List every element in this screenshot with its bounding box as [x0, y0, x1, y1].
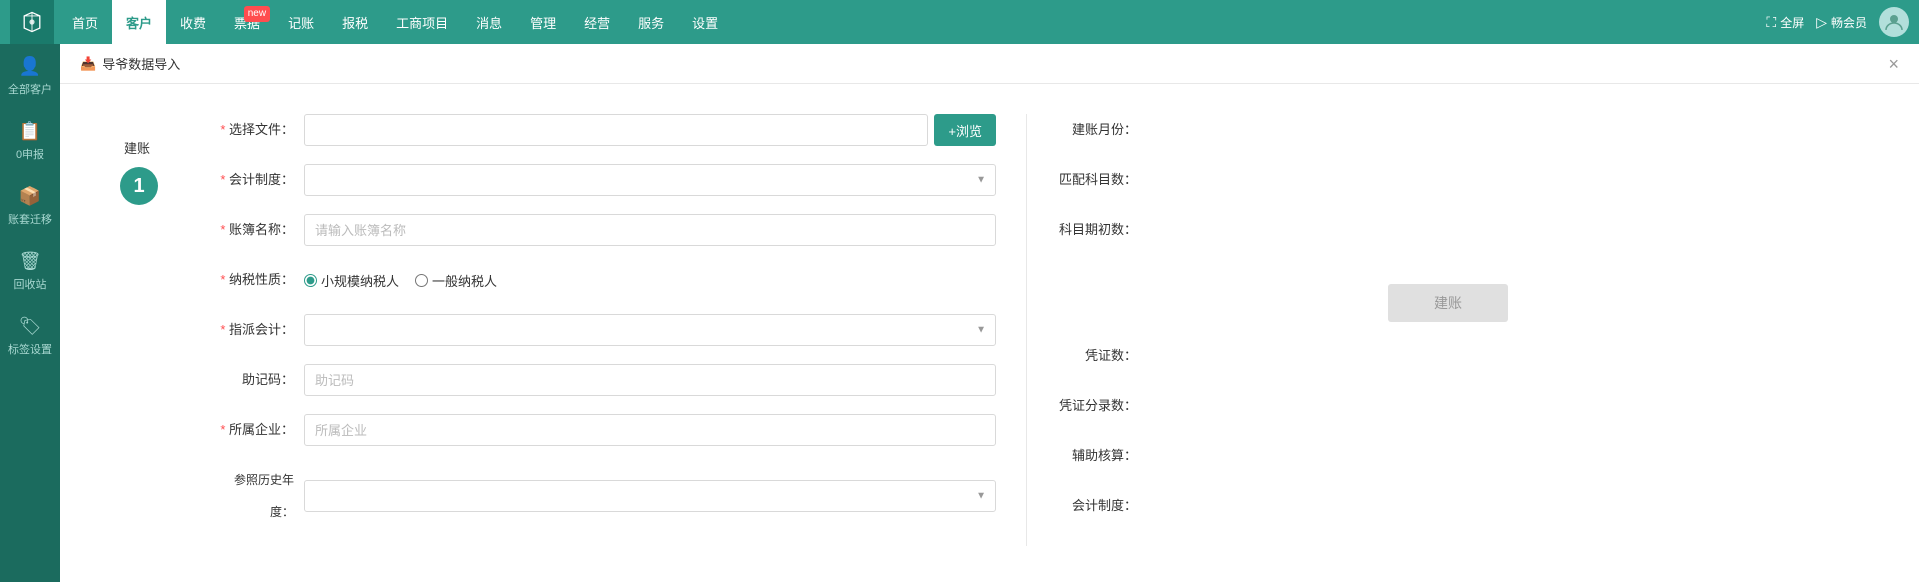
- nav-right: ⛶ 全屏 ▷ 畅会员: [1766, 7, 1909, 37]
- sidebar-item-declaration[interactable]: 📋 0申报: [0, 109, 60, 174]
- assigned-accountant-select[interactable]: [304, 314, 996, 346]
- reference-year-label: 参照历史年度：: [214, 464, 294, 528]
- nav-finance[interactable]: 经营: [570, 0, 624, 44]
- affiliated-enterprise-row: * 所属企业：: [214, 414, 996, 446]
- subject-init-label: 科目期初数：: [1057, 214, 1137, 246]
- memo-code-row: 助记码：: [214, 364, 996, 396]
- nav-billing[interactable]: 收费: [166, 0, 220, 44]
- nav-message[interactable]: 消息: [462, 0, 516, 44]
- voucher-entries-row: 凭证分录数：: [1057, 390, 1839, 422]
- right-accounting-system-label: 会计制度：: [1057, 490, 1137, 522]
- nav-settings[interactable]: 设置: [678, 0, 732, 44]
- file-input[interactable]: [304, 114, 928, 146]
- reference-year-row: 参照历史年度： ▼: [214, 464, 996, 528]
- match-subjects-row: 匹配科目数：: [1057, 164, 1839, 196]
- nav-items: 首页 客户 收费 票据 new 记账 报税 工商项目 消息 管理 经营 服务 设…: [58, 0, 1766, 44]
- voucher-count-row: 凭证数：: [1057, 340, 1839, 372]
- tag-settings-icon: 🏷: [19, 316, 42, 337]
- sidebar-item-all-customers[interactable]: 👤 全部客户: [0, 44, 60, 109]
- accounting-system-label: * 会计制度：: [214, 164, 294, 196]
- form-container: 建账 1 * 选择文件： +浏览: [60, 84, 1919, 582]
- form-left-col: * 选择文件： +浏览 * 会计制度：: [194, 114, 1016, 546]
- fullscreen-btn[interactable]: ⛶ 全屏: [1766, 14, 1804, 31]
- auxiliary-accounting-label: 辅助核算：: [1057, 440, 1137, 472]
- build-account-button[interactable]: 建账: [1388, 284, 1508, 322]
- memo-code-label: 助记码：: [214, 364, 294, 396]
- close-button[interactable]: ×: [1888, 55, 1899, 73]
- file-row: +浏览: [304, 114, 996, 146]
- account-migration-icon: 📦: [19, 186, 41, 207]
- match-subjects-label: 匹配科目数：: [1057, 164, 1137, 196]
- assigned-accountant-label: * 指派会计：: [214, 314, 294, 346]
- ledger-name-label: * 账簿名称：: [214, 214, 294, 246]
- accounting-system-row: * 会计制度： ▼: [214, 164, 996, 196]
- reference-year-select[interactable]: [304, 480, 996, 512]
- step-section: 建账 1 * 选择文件： +浏览: [60, 114, 1919, 546]
- voucher-count-label: 凭证数：: [1057, 340, 1137, 372]
- ledger-name-row: * 账簿名称：: [214, 214, 996, 246]
- browse-button[interactable]: +浏览: [934, 114, 996, 146]
- left-sidebar: 👤 全部客户 📋 0申报 📦 账套迁移 🗑 回收站 🏷 标签设置: [0, 44, 60, 582]
- page-header: 📥 导爷数据导入 ×: [60, 44, 1919, 84]
- tax-general-radio[interactable]: 一般纳税人: [415, 271, 497, 290]
- tax-type-label: * 纳税性质：: [214, 264, 294, 296]
- accounting-system-select-wrapper: ▼: [304, 164, 996, 196]
- nav-service[interactable]: 服务: [624, 0, 678, 44]
- tax-small-radio[interactable]: 小规模纳税人: [304, 271, 399, 290]
- import-icon: 📥: [80, 56, 96, 72]
- nav-commerce[interactable]: 工商项目: [382, 0, 462, 44]
- ledger-name-input[interactable]: [304, 214, 996, 246]
- file-label: * 选择文件：: [214, 114, 294, 146]
- assigned-accountant-row: * 指派会计： ▼: [214, 314, 996, 346]
- nav-invoice[interactable]: 票据 new: [220, 0, 274, 44]
- affiliated-enterprise-label: * 所属企业：: [214, 414, 294, 446]
- sidebar-item-account-migration[interactable]: 📦 账套迁移: [0, 174, 60, 239]
- nav-home[interactable]: 首页: [58, 0, 112, 44]
- auxiliary-accounting-row: 辅助核算：: [1057, 440, 1839, 472]
- step-label: 建账: [124, 120, 150, 157]
- new-badge: new: [244, 6, 270, 22]
- declaration-icon: 📋: [19, 121, 41, 142]
- page-header-title: 📥 导爷数据导入: [80, 54, 180, 73]
- nav-tax[interactable]: 报税: [328, 0, 382, 44]
- affiliated-enterprise-input[interactable]: [304, 414, 996, 446]
- subject-init-row: 科目期初数：: [1057, 214, 1839, 246]
- app-logo: [10, 0, 54, 44]
- build-month-row: 建账月份：: [1057, 114, 1839, 146]
- sidebar-item-tag-settings[interactable]: 🏷 标签设置: [0, 304, 60, 369]
- nav-customer[interactable]: 客户: [112, 0, 166, 44]
- sidebar-item-recycle[interactable]: 🗑 回收站: [0, 239, 60, 304]
- assigned-accountant-select-wrapper: ▼: [304, 314, 996, 346]
- reference-year-select-wrapper: ▼: [304, 480, 996, 512]
- tax-type-radio-group: 小规模纳税人 一般纳税人: [304, 271, 996, 290]
- tax-type-row: * 纳税性质： 小规模纳税人 一般纳税人: [214, 264, 996, 296]
- voucher-entries-label: 凭证分录数：: [1057, 390, 1137, 422]
- build-month-label: 建账月份：: [1057, 114, 1137, 146]
- step-badge: 1: [120, 167, 158, 205]
- main-layout: 👤 全部客户 📋 0申报 📦 账套迁移 🗑 回收站 🏷 标签设置 📥 导爷数据导…: [0, 44, 1919, 582]
- form-right-col: 建账月份： 匹配科目数： 科目期初数：: [1037, 114, 1859, 546]
- memo-code-input[interactable]: [304, 364, 996, 396]
- avatar[interactable]: [1879, 7, 1909, 37]
- right-accounting-system-row: 会计制度：: [1057, 490, 1839, 522]
- nav-ledger[interactable]: 记账: [274, 0, 328, 44]
- accounting-system-select[interactable]: [304, 164, 996, 196]
- build-btn-row: 建账: [1057, 264, 1839, 322]
- content-area: 📥 导爷数据导入 × 建账 1: [60, 44, 1919, 582]
- vip-btn[interactable]: ▷ 畅会员: [1816, 14, 1867, 31]
- recycle-icon: 🗑: [19, 251, 42, 272]
- nav-management[interactable]: 管理: [516, 0, 570, 44]
- form-col-divider: [1026, 114, 1027, 546]
- file-selection-row: * 选择文件： +浏览: [214, 114, 996, 146]
- all-customers-icon: 👤: [19, 56, 41, 77]
- form-columns: * 选择文件： +浏览 * 会计制度：: [194, 114, 1859, 546]
- top-nav: 首页 客户 收费 票据 new 记账 报税 工商项目 消息 管理 经营 服务 设…: [0, 0, 1919, 44]
